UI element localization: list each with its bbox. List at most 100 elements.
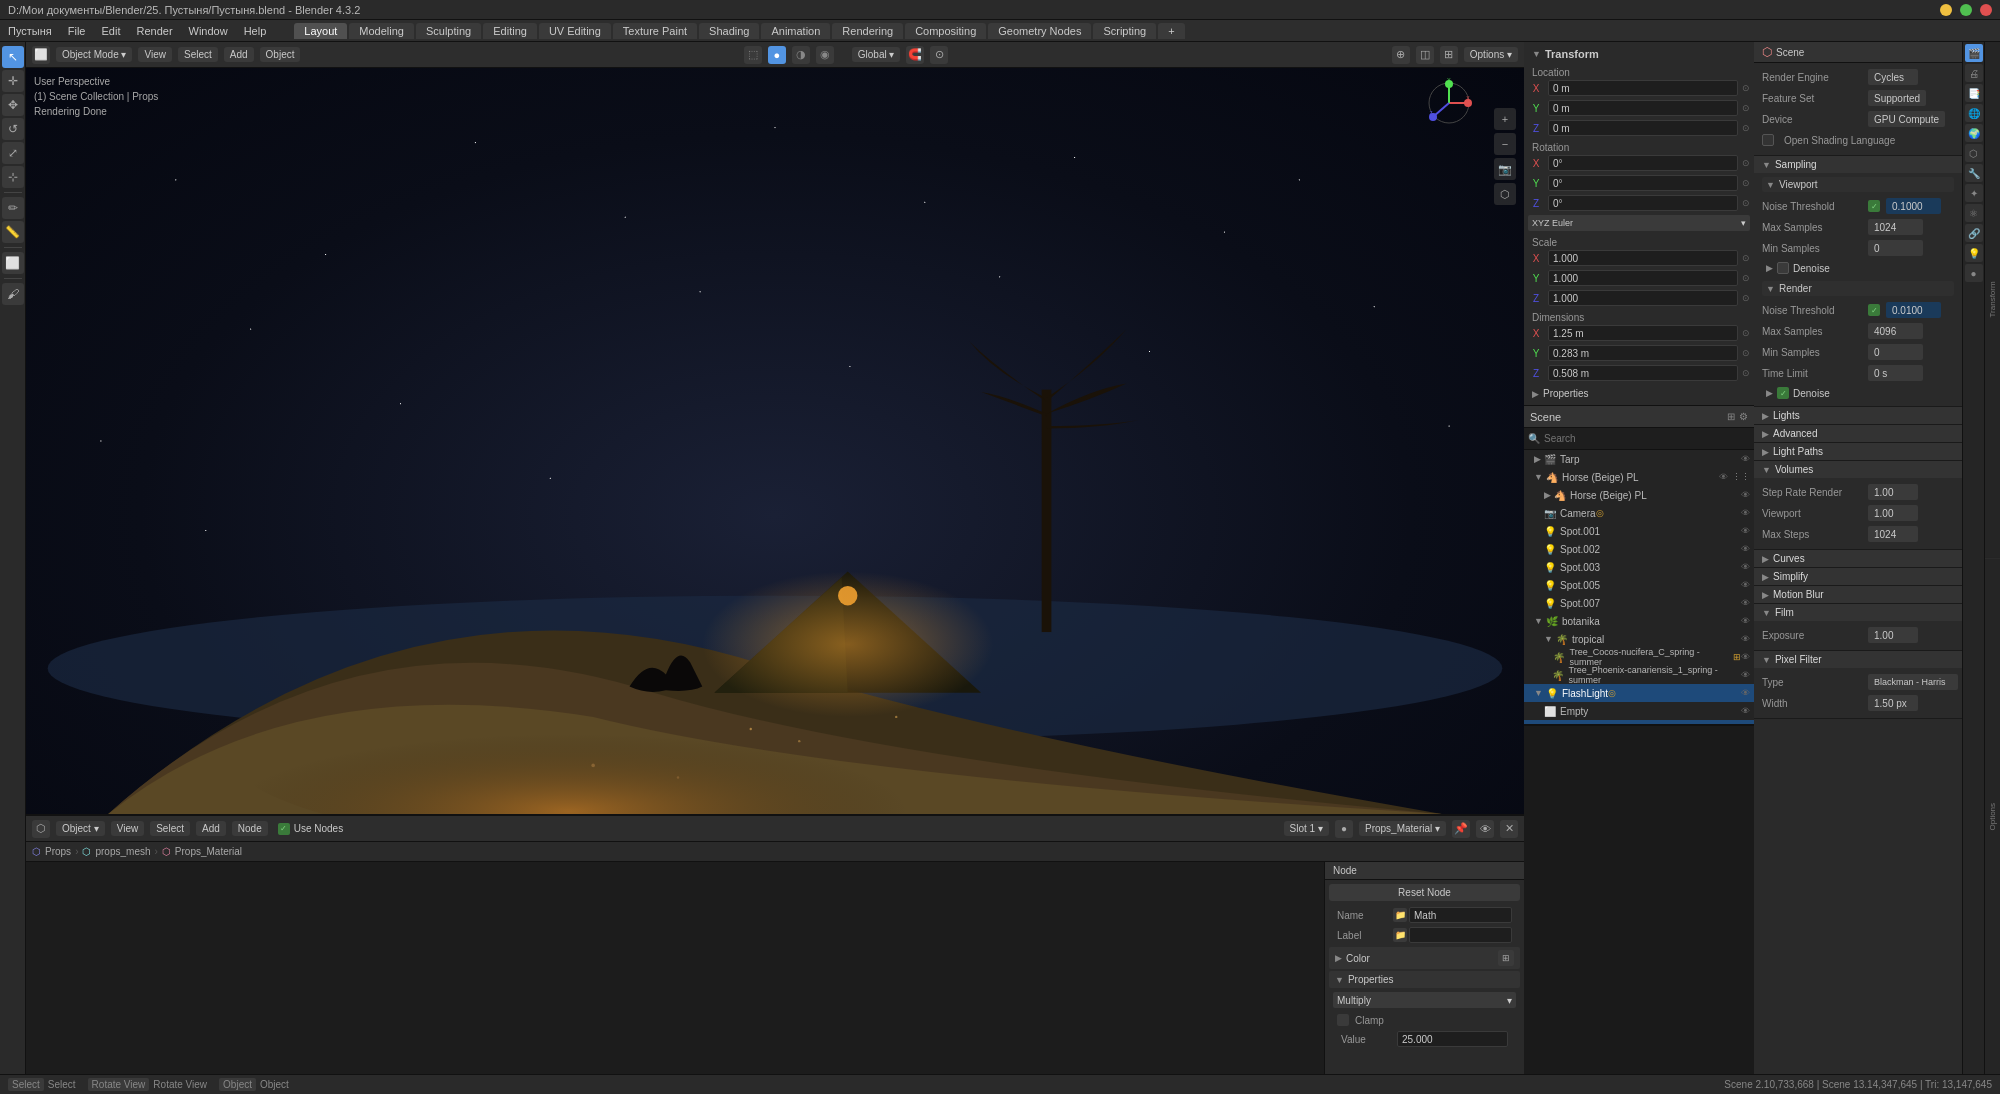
proportional-edit-icon[interactable]: ⊙ bbox=[930, 46, 948, 64]
horse-pl-eye[interactable]: 👁 bbox=[1719, 472, 1728, 482]
advanced-header[interactable]: ▶ Advanced bbox=[1754, 425, 1962, 442]
tab-animation[interactable]: Animation bbox=[761, 23, 830, 39]
noise-threshold-checkbox[interactable]: ✓ bbox=[1868, 200, 1880, 212]
status-object-btn[interactable]: Object bbox=[219, 1078, 256, 1091]
render-subsection[interactable]: ▼ Render bbox=[1762, 281, 1954, 296]
viewport-options[interactable]: Options ▾ bbox=[1464, 47, 1518, 62]
feature-set-val[interactable]: Supported bbox=[1868, 90, 1926, 106]
rotation-mode-dropdown[interactable]: XYZ Euler ▾ bbox=[1528, 215, 1750, 231]
tab-editing[interactable]: Editing bbox=[483, 23, 537, 39]
name-input[interactable]: Math bbox=[1409, 907, 1512, 923]
node-object-dropdown[interactable]: Object ▾ bbox=[56, 821, 105, 836]
status-rotate-btn[interactable]: Rotate View bbox=[88, 1078, 150, 1091]
outliner-item-spot005[interactable]: 💡 Spot.005 👁 bbox=[1524, 576, 1754, 594]
tab-sculpting[interactable]: Sculpting bbox=[416, 23, 481, 39]
node-preview-icon[interactable]: 👁 bbox=[1476, 820, 1494, 838]
denoise-checkbox[interactable] bbox=[1777, 262, 1789, 274]
motion-blur-header[interactable]: ▶ Motion Blur bbox=[1754, 586, 1962, 603]
output-tab[interactable]: 🖨 bbox=[1965, 64, 1983, 82]
simplify-header[interactable]: ▶ Simplify bbox=[1754, 568, 1962, 585]
menu-edit[interactable]: Edit bbox=[94, 23, 129, 39]
tab-add[interactable]: + bbox=[1158, 23, 1184, 39]
outliner-settings-icon[interactable]: ⚙ bbox=[1739, 411, 1748, 422]
viewport-3d[interactable]: User Perspective (1) Scene Collection | … bbox=[26, 68, 1524, 814]
outliner-content[interactable]: ▶ 🎬 Tarp 👁 ▼ 🐴 Horse (Beige) PL 👁 ⋮⋮ bbox=[1524, 450, 1754, 724]
object-menu[interactable]: Object bbox=[260, 47, 301, 62]
node-menu[interactable]: Node bbox=[232, 821, 268, 836]
dim-x-input[interactable]: 1.25 m bbox=[1548, 325, 1738, 341]
breadcrumb-part1[interactable]: Props bbox=[45, 846, 71, 857]
material-dropdown[interactable]: Props_Material ▾ bbox=[1359, 821, 1446, 836]
window-controls[interactable] bbox=[1940, 4, 1992, 16]
node-add-menu[interactable]: Add bbox=[196, 821, 226, 836]
scale-x-input[interactable]: 1.000 bbox=[1548, 250, 1738, 266]
view-menu[interactable]: View bbox=[138, 47, 172, 62]
max-steps-val[interactable]: 1024 bbox=[1868, 526, 1918, 542]
spot003-eye[interactable]: 👁 bbox=[1741, 562, 1750, 572]
rotation-x-input[interactable]: 0° bbox=[1548, 155, 1738, 171]
label-input[interactable] bbox=[1409, 927, 1512, 943]
particles-tab[interactable]: ✦ bbox=[1965, 184, 1983, 202]
dim-y-input[interactable]: 0.283 m bbox=[1548, 345, 1738, 361]
node-view-menu[interactable]: View bbox=[111, 821, 145, 836]
physics-tab[interactable]: ⚛ bbox=[1965, 204, 1983, 222]
outliner-item-spot003[interactable]: 💡 Spot.003 👁 bbox=[1524, 558, 1754, 576]
pin-icon[interactable]: 📌 bbox=[1452, 820, 1470, 838]
camera-eye[interactable]: 👁 bbox=[1741, 508, 1750, 518]
width-val[interactable]: 1.50 px bbox=[1868, 695, 1918, 711]
horse-child-eye[interactable]: 👁 bbox=[1741, 490, 1750, 500]
outliner-item-botanika[interactable]: ▼ 🌿 botanika 👁 bbox=[1524, 612, 1754, 630]
maximize-button[interactable] bbox=[1960, 4, 1972, 16]
noise-threshold-val[interactable]: 0.1000 bbox=[1886, 198, 1941, 214]
curves-header[interactable]: ▶ Curves bbox=[1754, 550, 1962, 567]
properties-row[interactable]: ▶ Properties bbox=[1528, 386, 1750, 401]
min-samples-val[interactable]: 0 bbox=[1868, 240, 1923, 256]
outliner-item-spot007[interactable]: 💡 Spot.007 👁 bbox=[1524, 594, 1754, 612]
outliner-item-spot001[interactable]: 💡 Spot.001 👁 bbox=[1524, 522, 1754, 540]
object-data-tab[interactable]: 💡 bbox=[1965, 244, 1983, 262]
name-icon[interactable]: 📁 bbox=[1393, 908, 1407, 922]
tab-texture-paint[interactable]: Texture Paint bbox=[613, 23, 697, 39]
empty-eye[interactable]: 👁 bbox=[1741, 706, 1750, 716]
tree-cocos-eye[interactable]: 👁 bbox=[1741, 652, 1750, 662]
world-tab[interactable]: 🌍 bbox=[1965, 124, 1983, 142]
node-editor-type-icon[interactable]: ⬡ bbox=[32, 820, 50, 838]
tool-scale[interactable]: ⤢ bbox=[2, 142, 24, 164]
scale-z-input[interactable]: 1.000 bbox=[1548, 290, 1738, 306]
tool-add-cube[interactable]: ⬜ bbox=[2, 252, 24, 274]
tool-paint[interactable]: 🖌 bbox=[2, 283, 24, 305]
use-nodes-checkbox[interactable]: ✓ bbox=[278, 823, 290, 835]
scale-y-input[interactable]: 1.000 bbox=[1548, 270, 1738, 286]
properties-section-header[interactable]: ▼ Properties bbox=[1329, 971, 1520, 988]
rotation-y-input[interactable]: 0° bbox=[1548, 175, 1738, 191]
outliner-item-flashlight-child[interactable]: 💡 FlashLight ◎ 👁 bbox=[1524, 720, 1754, 724]
perspective-button[interactable]: ⬡ bbox=[1494, 183, 1516, 205]
render-noise-threshold-val[interactable]: 0.0100 bbox=[1886, 302, 1941, 318]
outliner-item-spot002[interactable]: 💡 Spot.002 👁 bbox=[1524, 540, 1754, 558]
tool-cursor[interactable]: ✛ bbox=[2, 70, 24, 92]
tab-geometry-nodes[interactable]: Geometry Nodes bbox=[988, 23, 1091, 39]
tab-modeling[interactable]: Modeling bbox=[349, 23, 414, 39]
time-limit-val[interactable]: 0 s bbox=[1868, 365, 1923, 381]
spot005-eye[interactable]: 👁 bbox=[1741, 580, 1750, 590]
denoise-viewport-row[interactable]: ▶ Denoise bbox=[1762, 259, 1954, 277]
color-section-header[interactable]: ▶ Color ⊞ bbox=[1329, 947, 1520, 969]
select-menu[interactable]: Select bbox=[178, 47, 218, 62]
location-z-input[interactable]: 0 m bbox=[1548, 120, 1738, 136]
pixel-filter-header[interactable]: ▼ Pixel Filter bbox=[1754, 651, 1962, 668]
botanika-eye[interactable]: 👁 bbox=[1741, 616, 1750, 626]
tab-shading[interactable]: Shading bbox=[699, 23, 759, 39]
tarp-eye-icon[interactable]: 👁 bbox=[1741, 454, 1750, 464]
menu-help[interactable]: Help bbox=[236, 23, 275, 39]
location-x-input[interactable]: 0 m bbox=[1548, 80, 1738, 96]
material-tab[interactable]: ● bbox=[1965, 264, 1983, 282]
render-engine-val[interactable]: Cycles bbox=[1868, 69, 1918, 85]
flashlight-eye[interactable]: 👁 bbox=[1741, 688, 1750, 698]
camera-view-button[interactable]: 📷 bbox=[1494, 158, 1516, 180]
outliner-item-horse-child[interactable]: ▶ 🐴 Horse (Beige) PL 👁 bbox=[1524, 486, 1754, 504]
node-canvas[interactable]: Math Val Val Val bbox=[26, 862, 1324, 1074]
location-y-input[interactable]: 0 m bbox=[1548, 100, 1738, 116]
orientation-dropdown[interactable]: Global ▾ bbox=[852, 47, 901, 62]
viewport-mode-icon[interactable]: ⬜ bbox=[32, 46, 50, 64]
shading-solid-icon[interactable]: ● bbox=[768, 46, 786, 64]
